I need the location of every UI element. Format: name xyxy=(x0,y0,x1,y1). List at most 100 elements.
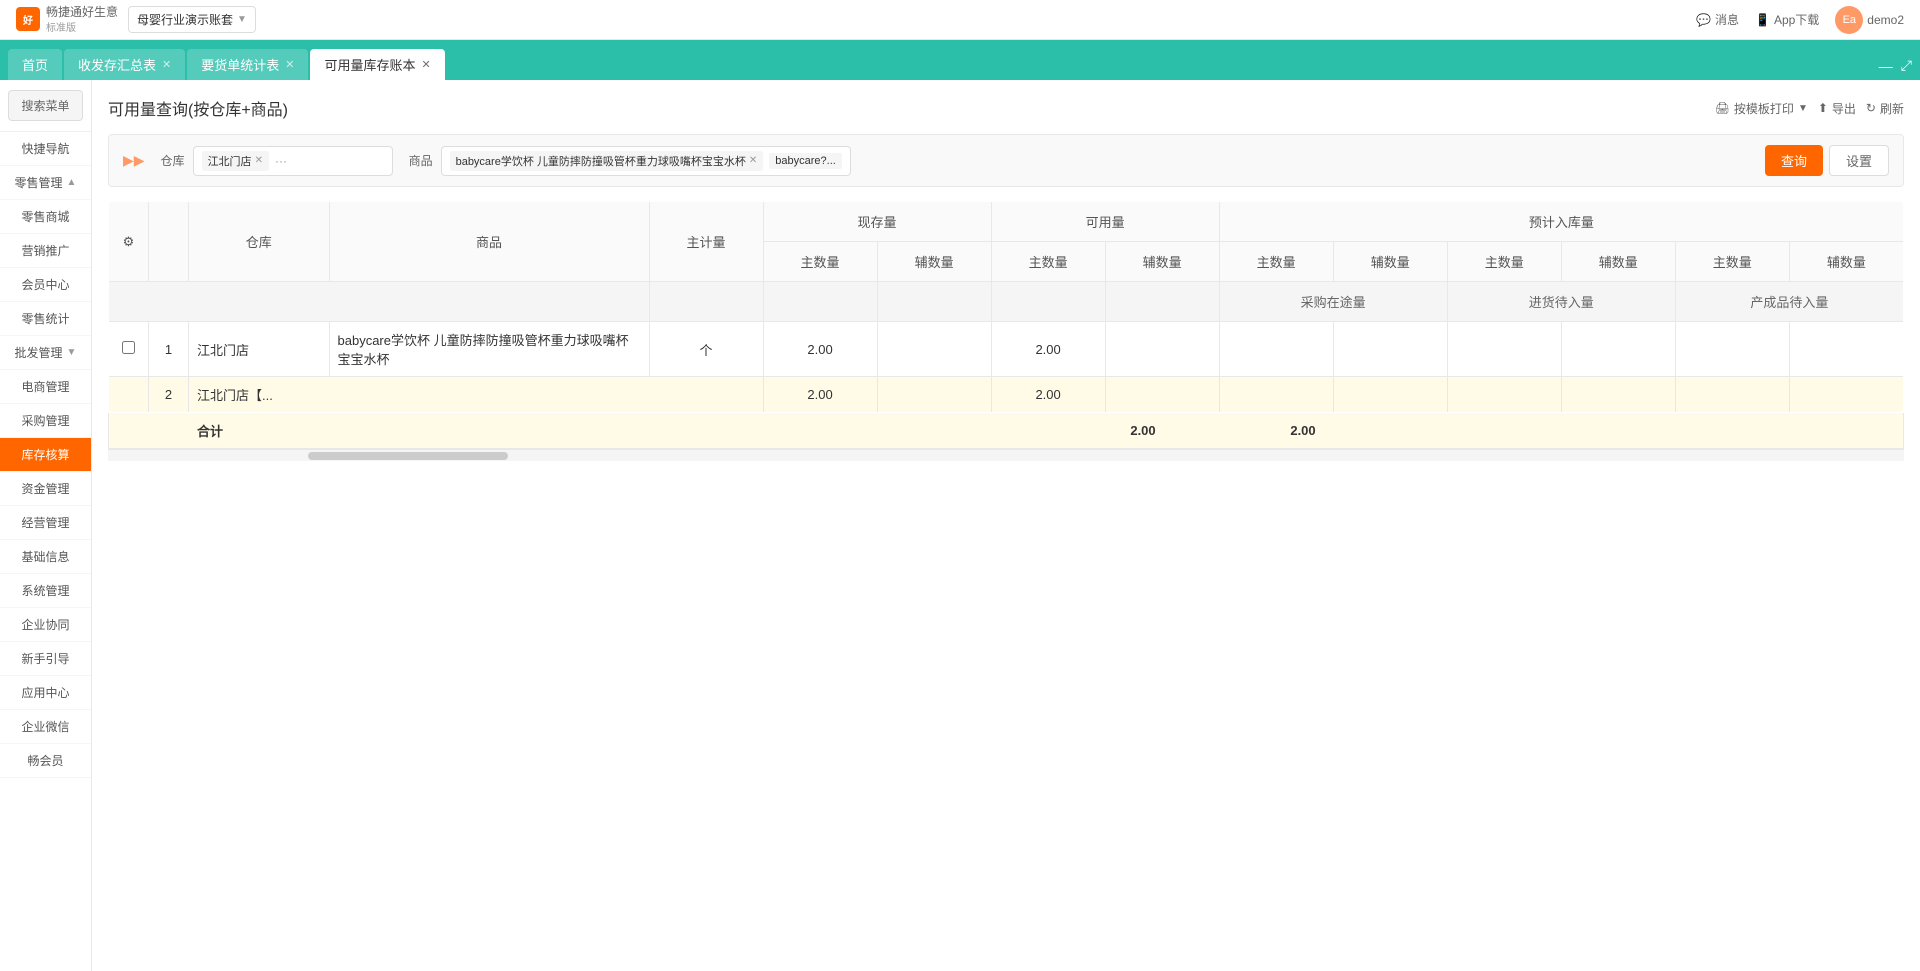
refresh-btn[interactable]: ↻ 刷新 xyxy=(1866,100,1904,117)
subtotal-avail-main: 2.00 xyxy=(991,377,1105,413)
th-goods-aux: 辅数量 xyxy=(1561,242,1675,282)
total-label: 合计 xyxy=(189,421,723,440)
user-profile[interactable]: Ea demo2 xyxy=(1835,6,1904,34)
sidebar-item-retail-mall-label: 零售商城 xyxy=(21,210,69,224)
sidebar-item-marketing[interactable]: 营销推广 xyxy=(0,234,91,268)
sidebar-item-retail-mall[interactable]: 零售商城 xyxy=(0,200,91,234)
sidebar-item-ops[interactable]: 经营管理 xyxy=(0,506,91,540)
subtotal-checkbox xyxy=(109,377,149,413)
sidebar-item-wholesale[interactable]: 批发管理 ▼ xyxy=(0,336,91,370)
th-sub-avail-main xyxy=(991,282,1105,322)
sidebar-item-ecommerce[interactable]: 电商管理 xyxy=(0,370,91,404)
row-finished-main xyxy=(1675,322,1789,377)
product-tag-2-value: babycare?... xyxy=(775,155,836,167)
sidebar-item-app-center-label: 应用中心 xyxy=(21,686,69,700)
sidebar-item-shortcut[interactable]: 快捷导航 xyxy=(0,132,91,166)
row-product: babycare学饮杯 儿童防摔防撞吸管杯重力球吸嘴杯宝宝水杯 xyxy=(329,322,649,377)
th-available: 可用量 xyxy=(991,202,1219,242)
th-settings: ⚙ xyxy=(109,202,149,282)
sidebar-item-finance[interactable]: 资金管理 xyxy=(0,472,91,506)
top-bar-left: 好 畅捷通好生意 标准版 母婴行业演示账套 ▼ xyxy=(16,5,256,34)
total-stock-main: 2.00 xyxy=(1103,423,1183,438)
message-btn[interactable]: 💬 消息 xyxy=(1696,11,1739,28)
product-tag-1-close[interactable]: ✕ xyxy=(749,155,757,166)
th-stock-aux-qty: 辅数量 xyxy=(877,242,991,282)
row-checkbox[interactable] xyxy=(109,322,149,377)
app-download-btn[interactable]: 📱 App下载 xyxy=(1755,11,1819,28)
subtotal-finished-aux xyxy=(1789,377,1903,413)
row-stock-main: 2.00 xyxy=(763,322,877,377)
avatar: Ea xyxy=(1835,6,1863,34)
username-label: demo2 xyxy=(1867,13,1904,27)
subtotal-goods-aux xyxy=(1561,377,1675,413)
filter-toggle-btn[interactable]: ▶▶ xyxy=(123,152,145,169)
tab-order-stats-close[interactable]: ✕ xyxy=(285,58,294,71)
settings-button[interactable]: 设置 xyxy=(1829,145,1889,176)
logo-area: 好 畅捷通好生意 标准版 xyxy=(16,5,118,34)
tab-order-stats[interactable]: 要货单统计表 ✕ xyxy=(187,49,308,80)
row-finished-aux xyxy=(1789,322,1903,377)
sidebar-item-new-guide[interactable]: 新手引导 xyxy=(0,642,91,676)
chevron-down-icon: ▼ xyxy=(237,14,247,25)
subtotal-purchase-aux xyxy=(1333,377,1447,413)
sidebar-item-sys[interactable]: 系统管理 xyxy=(0,574,91,608)
row-checkbox-input[interactable] xyxy=(122,341,135,354)
query-button[interactable]: 查询 xyxy=(1765,145,1823,176)
data-table: ⚙ 仓库 商品 主计量 现存量 可用量 预计入库量 主数量 辅数量 主数量 xyxy=(108,201,1904,413)
sidebar-item-finance-label: 资金管理 xyxy=(21,482,69,496)
tab-available-inventory-close[interactable]: ✕ xyxy=(422,58,431,71)
filter-action-buttons: 查询 设置 xyxy=(1765,145,1889,176)
th-main-unit: 主计量 xyxy=(649,202,763,282)
th-sub-avail-aux xyxy=(1105,282,1219,322)
tab-order-stats-label: 要货单统计表 xyxy=(201,55,279,74)
sidebar-item-purchase[interactable]: 采购管理 xyxy=(0,404,91,438)
top-bar-right: 💬 消息 📱 App下载 Ea demo2 xyxy=(1696,6,1904,34)
scroll-thumb[interactable] xyxy=(308,452,508,460)
sidebar-item-basic-info-label: 基础信息 xyxy=(21,550,69,564)
sidebar-item-basic-info[interactable]: 基础信息 xyxy=(0,540,91,574)
maximize-icon[interactable]: ⤢ xyxy=(1901,57,1912,74)
account-selector[interactable]: 母婴行业演示账套 ▼ xyxy=(128,6,256,33)
search-menu-btn[interactable]: 搜索菜单 xyxy=(8,90,83,121)
sidebar-item-member[interactable]: 会员中心 xyxy=(0,268,91,302)
warehouse-filter-group: 仓库 江北门店 ✕ ··· xyxy=(161,146,393,176)
th-purchase-aux: 辅数量 xyxy=(1333,242,1447,282)
phone-icon: 📱 xyxy=(1755,13,1770,27)
th-purchase-in-transit-sub: 采购在途量 xyxy=(1219,282,1447,322)
bottom-scrollbar[interactable] xyxy=(108,449,1904,461)
th-finished-main: 主数量 xyxy=(1675,242,1789,282)
sidebar-item-purchase-label: 采购管理 xyxy=(21,414,69,428)
sidebar-item-inventory[interactable]: 库存核算 xyxy=(0,438,91,472)
warehouse-filter-ellipsis[interactable]: ··· xyxy=(275,154,287,168)
minimize-icon[interactable]: — xyxy=(1879,58,1893,74)
app-download-label: App下载 xyxy=(1774,11,1819,28)
sidebar-item-vip[interactable]: 畅会员 xyxy=(0,744,91,778)
th-goods-main: 主数量 xyxy=(1447,242,1561,282)
warehouse-filter-tags[interactable]: 江北门店 ✕ ··· xyxy=(193,146,393,176)
tab-receipt-summary[interactable]: 收发存汇总表 ✕ xyxy=(64,49,185,80)
export-btn[interactable]: ⬆ 导出 xyxy=(1818,100,1856,117)
print-icon: 🖨 xyxy=(1715,101,1730,115)
template-print-btn[interactable]: 🖨 按模板打印 ▼ xyxy=(1715,100,1808,117)
settings-icon[interactable]: ⚙ xyxy=(123,234,135,249)
warehouse-filter-label: 仓库 xyxy=(161,152,185,169)
table-row: 1 江北门店 babycare学饮杯 儿童防摔防撞吸管杯重力球吸嘴杯宝宝水杯 个… xyxy=(109,322,1904,377)
template-print-label: 按模板打印 xyxy=(1734,100,1794,117)
sidebar-item-retail-stats[interactable]: 零售统计 xyxy=(0,302,91,336)
product-filter-tags[interactable]: babycare学饮杯 儿童防摔防撞吸管杯重力球吸嘴杯宝宝水杯 ✕ babyca… xyxy=(441,146,851,176)
warehouse-tag-close[interactable]: ✕ xyxy=(255,155,263,166)
sidebar-item-marketing-label: 营销推广 xyxy=(21,244,69,258)
tab-available-inventory[interactable]: 可用量库存账本 ✕ xyxy=(310,49,444,80)
sidebar-item-ent-wechat[interactable]: 企业微信 xyxy=(0,710,91,744)
sidebar-item-retail-mgmt[interactable]: 零售管理 ▲ xyxy=(0,166,91,200)
tab-receipt-summary-close[interactable]: ✕ xyxy=(162,58,171,71)
message-label: 消息 xyxy=(1715,11,1739,28)
sidebar-item-app-center[interactable]: 应用中心 xyxy=(0,676,91,710)
product-tag-1-value: babycare学饮杯 儿童防摔防撞吸管杯重力球吸嘴杯宝宝水杯 xyxy=(456,153,746,169)
sidebar-item-sys-label: 系统管理 xyxy=(21,584,69,598)
subtotal-stock-aux xyxy=(877,377,991,413)
subtotal-purchase-main xyxy=(1219,377,1333,413)
tab-home[interactable]: 首页 xyxy=(8,49,62,80)
tab-available-inventory-label: 可用量库存账本 xyxy=(324,55,415,74)
sidebar-item-enterprise[interactable]: 企业协同 xyxy=(0,608,91,642)
